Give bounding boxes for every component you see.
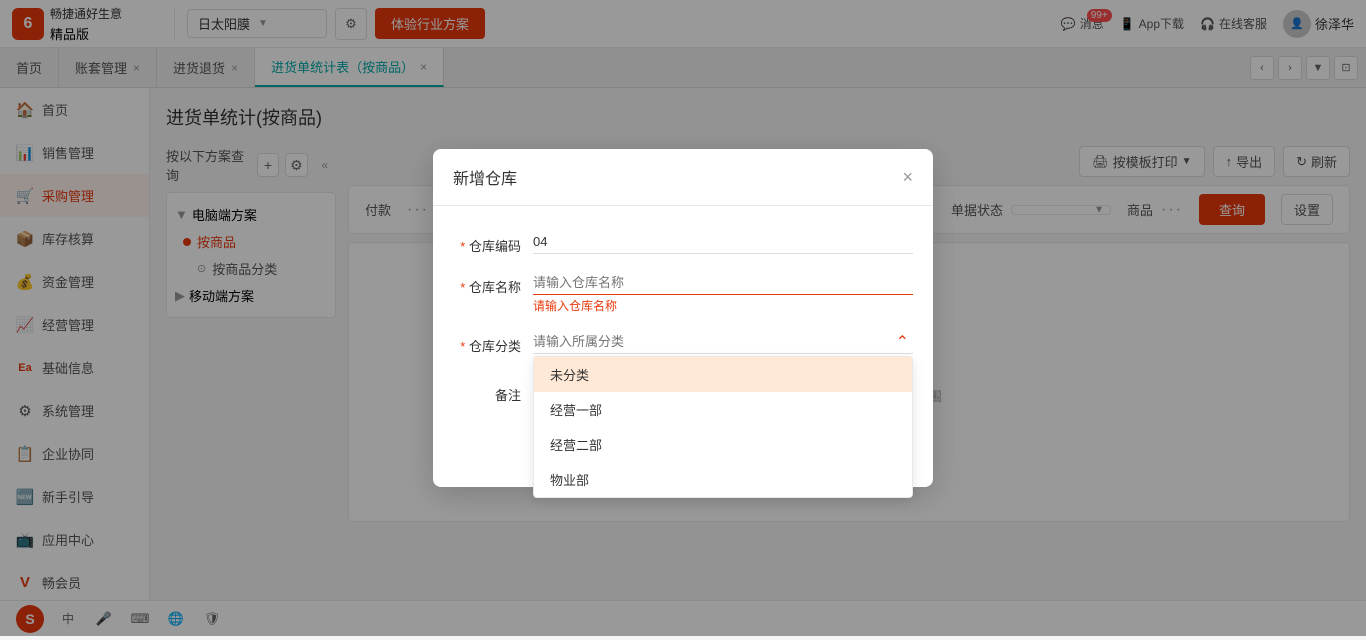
note-label: 备注 bbox=[453, 379, 533, 404]
form-row-code: * 仓库编码 bbox=[453, 230, 913, 255]
dropdown-item-2[interactable]: 经营二部 bbox=[534, 427, 912, 462]
dropdown-item-3[interactable]: 物业部 bbox=[534, 462, 912, 497]
dropdown-item-0[interactable]: 未分类 bbox=[534, 357, 912, 392]
form-row-name: * 仓库名称 请输入仓库名称 bbox=[453, 271, 913, 314]
modal-header: 新增仓库 × bbox=[433, 149, 933, 206]
code-value-area bbox=[533, 230, 913, 254]
new-warehouse-modal: 新增仓库 × * 仓库编码 * 仓库名称 bbox=[433, 149, 933, 487]
category-label: * 仓库分类 bbox=[453, 330, 533, 355]
modal-body: * 仓库编码 * 仓库名称 请输入仓库名称 bbox=[433, 206, 933, 404]
code-label: * 仓库编码 bbox=[453, 230, 533, 255]
modal-title: 新增仓库 bbox=[453, 165, 517, 189]
name-input[interactable] bbox=[533, 271, 913, 295]
code-input[interactable] bbox=[533, 230, 913, 254]
modal-overlay[interactable]: 新增仓库 × * 仓库编码 * 仓库名称 bbox=[0, 0, 1366, 636]
form-row-category: * 仓库分类 ⌃ 未分类 经营一部 经营二部 物业部 bbox=[453, 330, 913, 355]
dropdown-item-1[interactable]: 经营一部 bbox=[534, 392, 912, 427]
category-dropdown: 未分类 经营一部 经营二部 物业部 bbox=[533, 356, 913, 498]
modal-close-btn[interactable]: × bbox=[902, 167, 913, 188]
name-error-msg: 请输入仓库名称 bbox=[533, 297, 913, 314]
category-input[interactable] bbox=[533, 330, 913, 354]
name-label: * 仓库名称 bbox=[453, 271, 533, 296]
category-value-area: ⌃ 未分类 经营一部 经营二部 物业部 bbox=[533, 330, 913, 354]
name-value-area: 请输入仓库名称 bbox=[533, 271, 913, 314]
